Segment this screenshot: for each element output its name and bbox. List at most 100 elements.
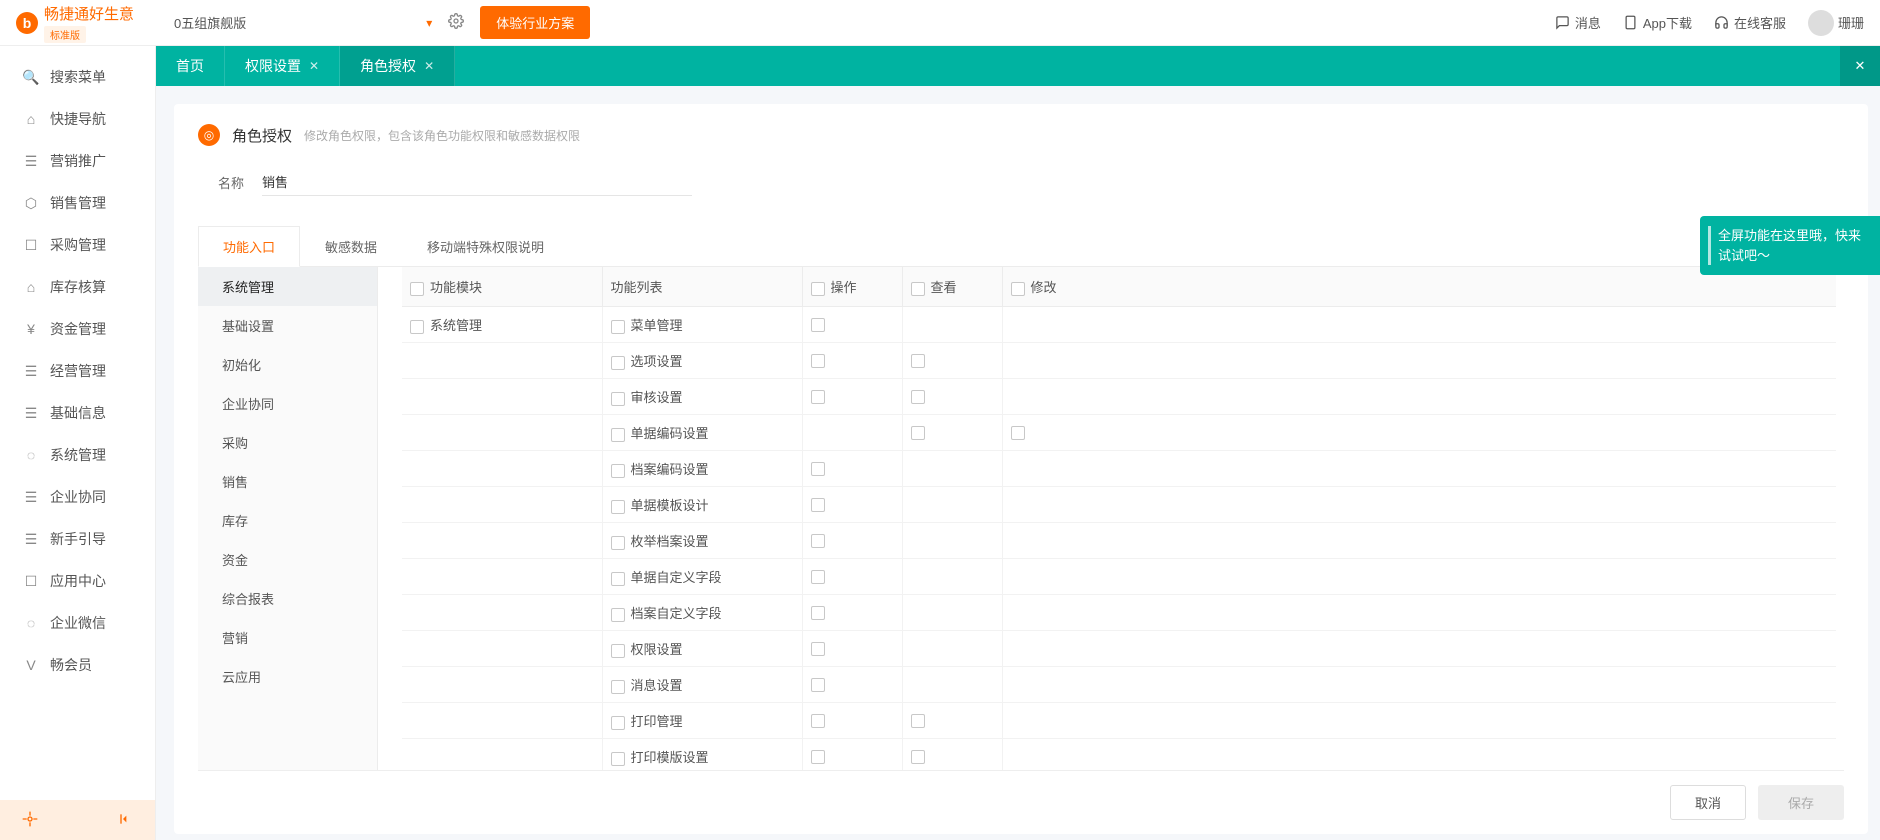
- settings-icon[interactable]: [22, 811, 38, 830]
- checkbox[interactable]: [911, 714, 925, 728]
- user-menu[interactable]: 珊珊: [1808, 10, 1864, 36]
- category-item[interactable]: 采购: [198, 423, 377, 462]
- checkbox[interactable]: [611, 644, 625, 658]
- try-industry-button[interactable]: 体验行业方案: [480, 6, 590, 39]
- item-label: 单据自定义字段: [631, 570, 722, 585]
- sidebar-item[interactable]: ⌂快捷导航: [0, 98, 155, 140]
- category-item[interactable]: 云应用: [198, 657, 377, 696]
- checkbox[interactable]: [811, 498, 825, 512]
- checkbox[interactable]: [611, 428, 625, 442]
- checkbox[interactable]: [811, 678, 825, 692]
- checkbox[interactable]: [811, 282, 825, 296]
- gear-icon[interactable]: [448, 13, 464, 32]
- checkbox[interactable]: [611, 392, 625, 406]
- category-item[interactable]: 综合报表: [198, 579, 377, 618]
- checkbox[interactable]: [611, 536, 625, 550]
- th-module[interactable]: 功能模块: [402, 267, 602, 307]
- sidebar-item[interactable]: ☐采购管理: [0, 224, 155, 266]
- sidebar-item[interactable]: ¥资金管理: [0, 308, 155, 350]
- checkbox[interactable]: [911, 750, 925, 764]
- category-item[interactable]: 基础设置: [198, 306, 377, 345]
- sidebar-item[interactable]: ⬡销售管理: [0, 182, 155, 224]
- app-download-link[interactable]: App下载: [1623, 13, 1692, 32]
- th-view[interactable]: 查看: [902, 267, 1002, 307]
- category-item[interactable]: 初始化: [198, 345, 377, 384]
- th-operate[interactable]: 操作: [802, 267, 902, 307]
- panel-desc: 修改角色权限，包含该角色功能权限和敏感数据权限: [304, 127, 580, 144]
- checkbox[interactable]: [811, 354, 825, 368]
- checkbox[interactable]: [611, 572, 625, 586]
- checkbox[interactable]: [611, 752, 625, 766]
- cancel-button[interactable]: 取消: [1670, 785, 1746, 820]
- checkbox[interactable]: [811, 462, 825, 476]
- checkbox[interactable]: [410, 282, 424, 296]
- sidebar-item[interactable]: ☰营销推广: [0, 140, 155, 182]
- checkbox[interactable]: [611, 356, 625, 370]
- checkbox[interactable]: [410, 320, 424, 334]
- page-tab[interactable]: 权限设置✕: [225, 46, 340, 86]
- sidebar-item[interactable]: ☐应用中心: [0, 560, 155, 602]
- checkbox[interactable]: [611, 680, 625, 694]
- chevron-down-icon[interactable]: ▾: [426, 16, 432, 30]
- sidebar-item-label: 采购管理: [50, 235, 106, 255]
- checkbox[interactable]: [611, 716, 625, 730]
- checkbox[interactable]: [811, 390, 825, 404]
- checkbox[interactable]: [911, 390, 925, 404]
- sub-tab[interactable]: 功能入口: [198, 226, 300, 267]
- checkbox[interactable]: [811, 318, 825, 332]
- checkbox[interactable]: [911, 426, 925, 440]
- checkbox[interactable]: [811, 570, 825, 584]
- sidebar-item-label: 营销推广: [50, 151, 106, 171]
- sub-tab[interactable]: 敏感数据: [300, 226, 402, 267]
- edition-label[interactable]: 0五组旗舰版: [174, 13, 246, 32]
- menu-icon: ⌂: [22, 110, 40, 128]
- fullscreen-tip[interactable]: 全屏功能在这里哦，快来试试吧～: [1700, 216, 1880, 275]
- category-item[interactable]: 营销: [198, 618, 377, 657]
- sidebar-item[interactable]: V畅会员: [0, 644, 155, 686]
- checkbox[interactable]: [811, 534, 825, 548]
- category-item[interactable]: 企业协同: [198, 384, 377, 423]
- checkbox[interactable]: [1011, 426, 1025, 440]
- sidebar-item[interactable]: ☰新手引导: [0, 518, 155, 560]
- table-row: 档案自定义字段: [402, 595, 1836, 631]
- sidebar-item[interactable]: ☰经营管理: [0, 350, 155, 392]
- panel: ◎ 角色授权 修改角色权限，包含该角色功能权限和敏感数据权限 名称 销售 功能入…: [174, 104, 1868, 834]
- save-button[interactable]: 保存: [1758, 785, 1844, 820]
- collapse-icon[interactable]: [117, 811, 133, 830]
- category-item[interactable]: 资金: [198, 540, 377, 579]
- panel-title: 角色授权: [232, 125, 292, 146]
- sidebar-item[interactable]: 🔍搜索菜单: [0, 56, 155, 98]
- checkbox[interactable]: [811, 750, 825, 764]
- category-item[interactable]: 系统管理: [198, 267, 377, 306]
- checkbox[interactable]: [611, 320, 625, 334]
- checkbox[interactable]: [611, 500, 625, 514]
- category-item[interactable]: 库存: [198, 501, 377, 540]
- checkbox[interactable]: [911, 354, 925, 368]
- close-icon[interactable]: ✕: [424, 59, 434, 73]
- sidebar-item[interactable]: ◌企业微信: [0, 602, 155, 644]
- panel-header: ◎ 角色授权 修改角色权限，包含该角色功能权限和敏感数据权限: [198, 124, 1844, 146]
- checkbox[interactable]: [1011, 282, 1025, 296]
- sidebar-item[interactable]: ⌂库存核算: [0, 266, 155, 308]
- menu-icon: ☰: [22, 530, 40, 548]
- sidebar-item[interactable]: ☰基础信息: [0, 392, 155, 434]
- close-icon[interactable]: ✕: [309, 59, 319, 73]
- checkbox[interactable]: [811, 606, 825, 620]
- sidebar-item[interactable]: ◌系统管理: [0, 434, 155, 476]
- checkbox[interactable]: [811, 714, 825, 728]
- close-all-tabs[interactable]: ✕: [1840, 46, 1880, 86]
- checkbox[interactable]: [811, 642, 825, 656]
- checkbox[interactable]: [911, 282, 925, 296]
- sidebar-item[interactable]: ☰企业协同: [0, 476, 155, 518]
- category-item[interactable]: 销售: [198, 462, 377, 501]
- panel-footer: 取消 保存: [198, 770, 1844, 834]
- message-link[interactable]: 消息: [1555, 13, 1601, 32]
- sub-tab[interactable]: 移动端特殊权限说明: [402, 226, 569, 267]
- page-tab[interactable]: 角色授权✕: [340, 46, 455, 86]
- checkbox[interactable]: [611, 464, 625, 478]
- name-value: 销售: [262, 168, 692, 196]
- page-tab[interactable]: 首页: [156, 46, 225, 86]
- online-service-link[interactable]: 在线客服: [1714, 13, 1786, 32]
- checkbox[interactable]: [611, 608, 625, 622]
- sidebar-item-label: 畅会员: [50, 655, 92, 675]
